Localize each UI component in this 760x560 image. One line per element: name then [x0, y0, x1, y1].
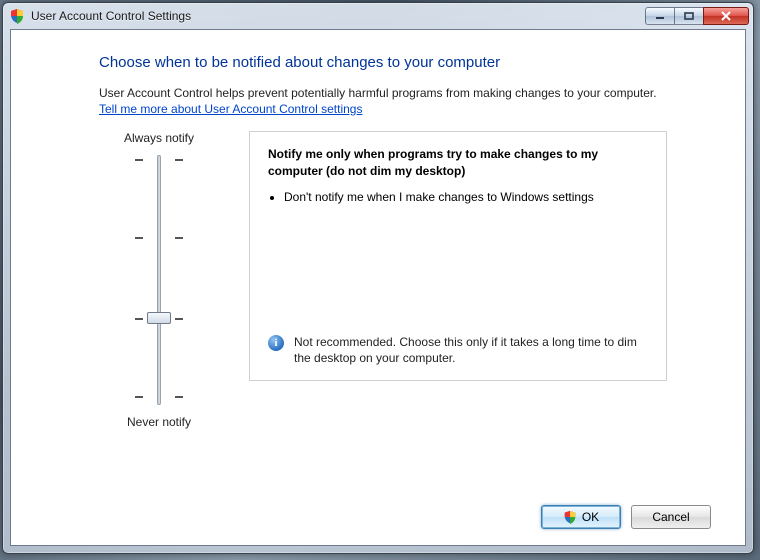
slider-column: Always notify Never notify: [79, 131, 239, 493]
description-panel: Notify me only when programs try to make…: [249, 131, 667, 381]
ok-button[interactable]: OK: [541, 505, 621, 529]
maximize-button[interactable]: [674, 7, 704, 25]
title-bar[interactable]: User Account Control Settings: [3, 3, 753, 29]
uac-shield-icon: [9, 8, 25, 24]
page-heading: Choose when to be notified about changes…: [99, 54, 657, 71]
notification-level-slider[interactable]: [129, 155, 189, 405]
description-title: Notify me only when programs try to make…: [268, 146, 648, 178]
client-area: Choose when to be notified about changes…: [10, 29, 746, 546]
button-row: OK Cancel: [39, 493, 717, 533]
window-controls: [646, 7, 749, 25]
ok-button-label: OK: [582, 510, 599, 524]
window-title: User Account Control Settings: [31, 9, 191, 23]
content-row: Always notify Never notify Notify me onl…: [79, 131, 697, 493]
description-list: Don't notify me when I make changes to W…: [284, 189, 648, 212]
info-icon: i: [268, 335, 284, 351]
slider-label-bottom: Never notify: [127, 415, 191, 429]
description-bullet: Don't notify me when I make changes to W…: [284, 189, 648, 206]
minimize-button[interactable]: [645, 7, 675, 25]
cancel-button-label: Cancel: [652, 510, 689, 524]
window-frame: User Account Control Settings Choose whe…: [2, 2, 754, 554]
close-button[interactable]: [703, 7, 749, 25]
intro-text: User Account Control helps prevent poten…: [99, 86, 657, 100]
slider-label-top: Always notify: [124, 131, 194, 145]
info-row: i Not recommended. Choose this only if i…: [268, 334, 648, 366]
intro-block: User Account Control helps prevent poten…: [99, 85, 657, 117]
cancel-button[interactable]: Cancel: [631, 505, 711, 529]
info-text: Not recommended. Choose this only if it …: [294, 334, 648, 366]
help-link[interactable]: Tell me more about User Account Control …: [99, 102, 362, 116]
slider-thumb[interactable]: [147, 312, 171, 324]
shield-icon: [563, 510, 577, 524]
slider-track: [157, 155, 161, 405]
